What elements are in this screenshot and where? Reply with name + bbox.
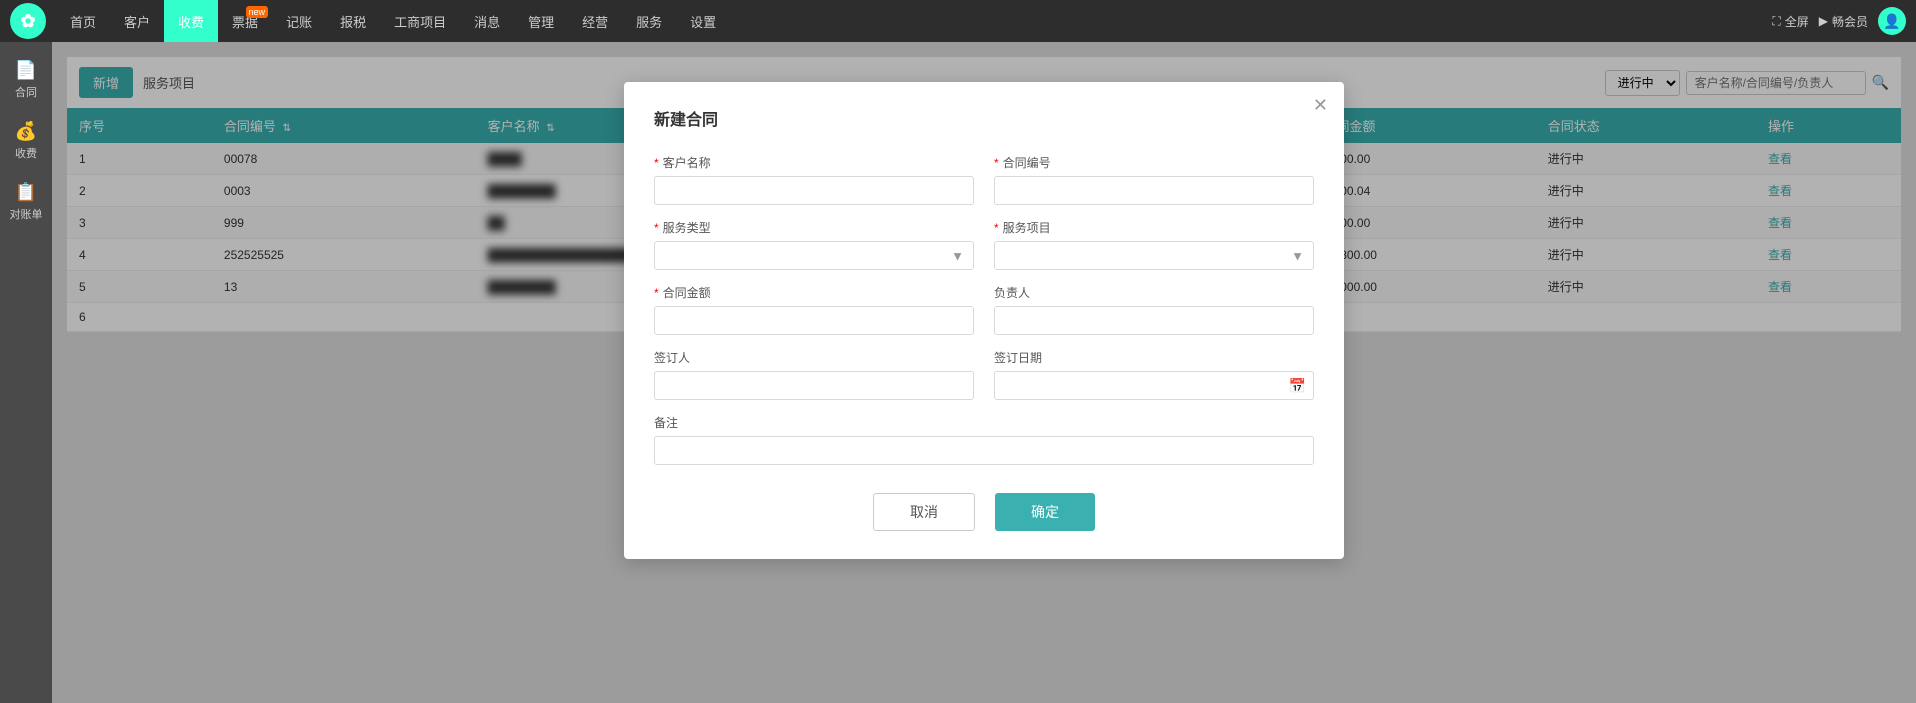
nav-home[interactable]: 首页 <box>56 0 110 42</box>
customer-name-label: * 客户名称 <box>654 154 974 171</box>
contract-icon: 📄 <box>15 60 37 81</box>
fullscreen-button[interactable]: ⛶ 全屏 <box>1772 13 1808 30</box>
sidebar-item-contract[interactable]: 📄 合同 <box>2 52 50 108</box>
sign-date-label: 签订日期 <box>994 349 1314 366</box>
fee-icon: 💰 <box>15 121 37 142</box>
nav-items: 首页 客户 收费 票据 new 记账 报税 工商项目 消息 管理 经营 <box>56 0 1772 42</box>
customer-name-input[interactable] <box>654 176 974 205</box>
nav-message[interactable]: 消息 <box>460 0 514 42</box>
modal-close-button[interactable]: ✕ <box>1313 96 1328 114</box>
remarks-input[interactable] <box>654 436 1314 465</box>
sidebar-item-fee[interactable]: 💰 收费 <box>2 113 50 169</box>
service-type-select[interactable] <box>654 241 974 270</box>
main-layout: 📄 合同 💰 收费 📋 对账单 新增 服务项目 进行中 已完成 已终止 <box>0 42 1916 703</box>
service-item-select-wrapper: ▼ <box>994 241 1314 270</box>
form-row-customer-name: * 客户名称 <box>654 154 974 205</box>
form-row-signer: 签订人 <box>654 349 974 400</box>
modal-form: * 客户名称 * 合同编号 <box>654 154 1314 465</box>
fullscreen-icon: ⛶ <box>1772 14 1780 29</box>
top-navigation: ✿ 首页 客户 收费 票据 new 记账 报税 工商项目 消息 管理 经 <box>0 0 1916 42</box>
member-button[interactable]: ▶ 畅会员 <box>1819 13 1868 30</box>
signer-input[interactable] <box>654 371 974 400</box>
reconciliation-icon: 📋 <box>15 182 37 203</box>
form-row-responsible-person: 负责人 <box>994 284 1314 335</box>
new-badge: new <box>246 6 269 18</box>
member-icon: ▶ <box>1819 14 1828 28</box>
form-row-contract-no: * 合同编号 <box>994 154 1314 205</box>
sign-date-wrapper: 2023-06-06 📅 <box>994 371 1314 400</box>
contract-no-input[interactable] <box>994 176 1314 205</box>
service-item-select[interactable] <box>994 241 1314 270</box>
nav-operation[interactable]: 经营 <box>568 0 622 42</box>
sidebar-item-reconciliation[interactable]: 📋 对账单 <box>2 174 50 230</box>
contract-no-label: * 合同编号 <box>994 154 1314 171</box>
nav-manage[interactable]: 管理 <box>514 0 568 42</box>
form-row-sign-date: 签订日期 2023-06-06 📅 <box>994 349 1314 400</box>
service-type-select-wrapper: ▼ <box>654 241 974 270</box>
avatar[interactable]: 👤 <box>1878 7 1906 35</box>
top-right-area: ⛶ 全屏 ▶ 畅会员 👤 <box>1772 7 1906 35</box>
service-item-label: * 服务项目 <box>994 219 1314 236</box>
form-row-service-type: * 服务类型 ▼ <box>654 219 974 270</box>
app-logo: ✿ <box>10 3 46 39</box>
new-contract-modal: 新建合同 ✕ * 客户名称 * 合同编号 <box>624 82 1344 559</box>
nav-settings[interactable]: 设置 <box>676 0 730 42</box>
confirm-button[interactable]: 确定 <box>995 493 1095 531</box>
form-row-remarks: 备注 <box>654 414 1314 465</box>
nav-tax[interactable]: 报税 <box>326 0 380 42</box>
modal-overlay: 新建合同 ✕ * 客户名称 * 合同编号 <box>52 42 1916 703</box>
nav-bookkeeping[interactable]: 记账 <box>272 0 326 42</box>
nav-customer[interactable]: 客户 <box>110 0 164 42</box>
modal-footer: 取消 确定 <box>654 493 1314 531</box>
responsible-person-input[interactable] <box>994 306 1314 335</box>
contract-amount-input[interactable]: 0.00 <box>654 306 974 335</box>
nav-business[interactable]: 工商项目 <box>380 0 460 42</box>
cancel-button[interactable]: 取消 <box>873 493 975 531</box>
nav-service[interactable]: 服务 <box>622 0 676 42</box>
nav-fee[interactable]: 收费 <box>164 0 218 42</box>
modal-title: 新建合同 <box>654 106 1314 130</box>
service-type-label: * 服务类型 <box>654 219 974 236</box>
form-row-contract-amount: * 合同金额 0.00 <box>654 284 974 335</box>
calendar-icon[interactable]: 📅 <box>1289 377 1306 394</box>
remarks-label: 备注 <box>654 414 1314 431</box>
contract-amount-label: * 合同金额 <box>654 284 974 301</box>
signer-label: 签订人 <box>654 349 974 366</box>
sidebar: 📄 合同 💰 收费 📋 对账单 <box>0 42 52 703</box>
form-row-service-item: * 服务项目 ▼ <box>994 219 1314 270</box>
responsible-person-label: 负责人 <box>994 284 1314 301</box>
content-area: 新增 服务项目 进行中 已完成 已终止 🔍 序号 <box>52 42 1916 703</box>
sign-date-input[interactable]: 2023-06-06 <box>994 371 1314 400</box>
nav-invoice[interactable]: 票据 new <box>218 0 272 42</box>
